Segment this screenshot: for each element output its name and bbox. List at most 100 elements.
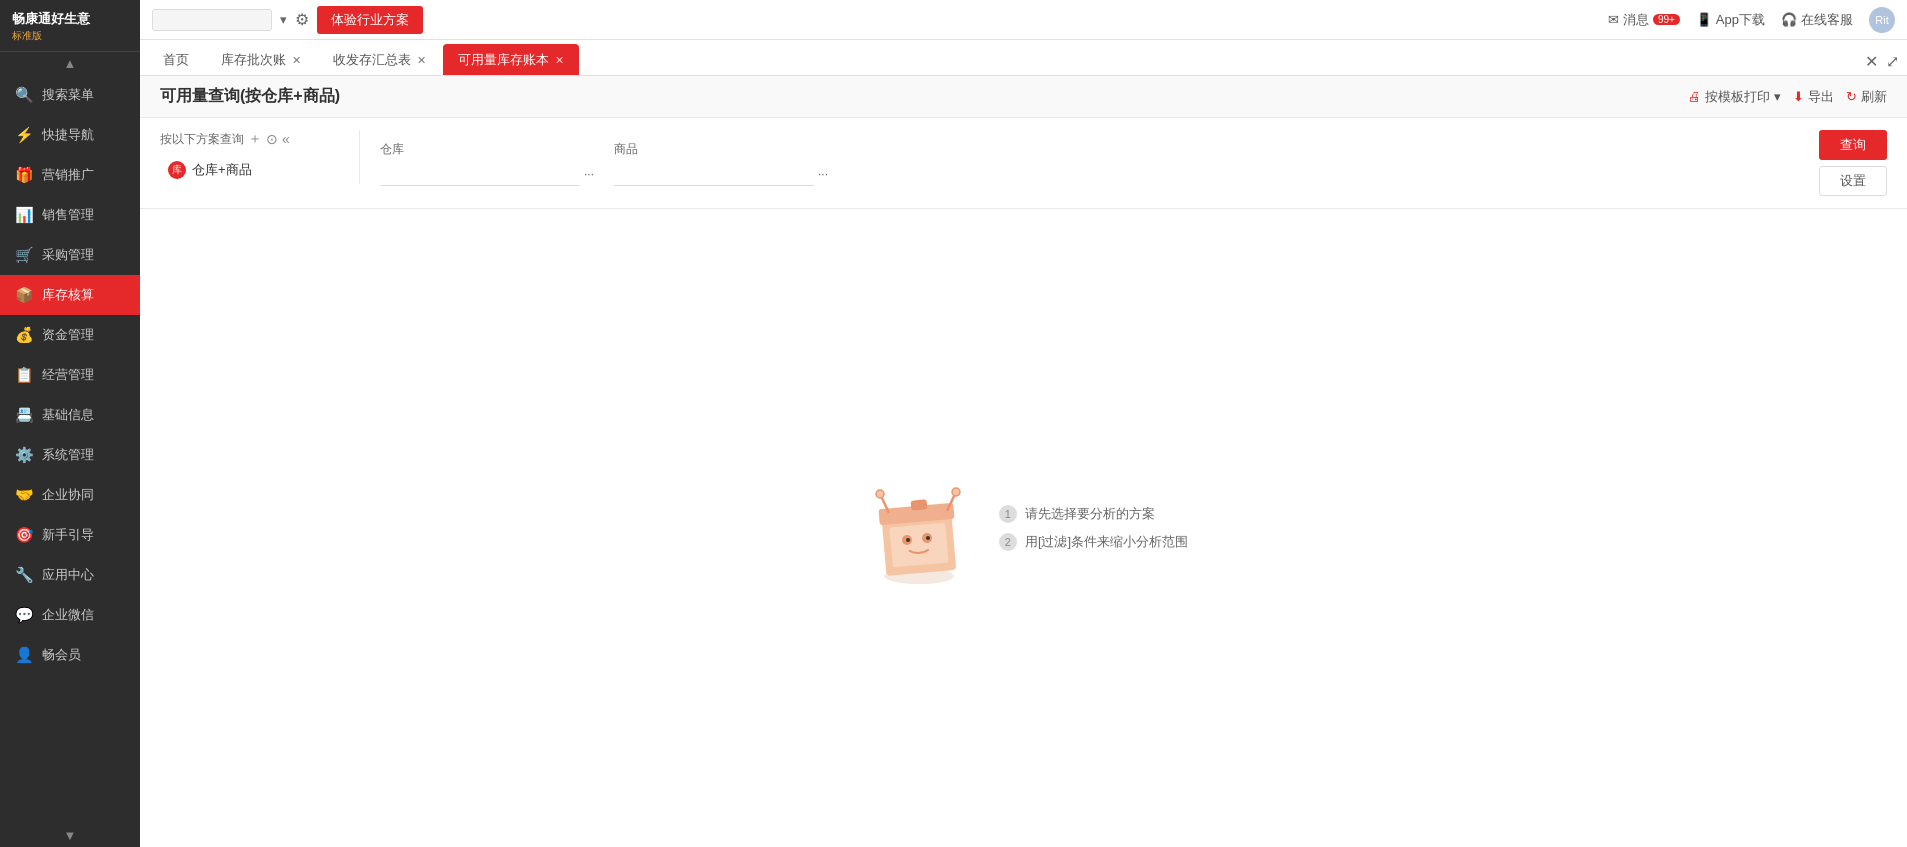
tab-expand-icon[interactable]: ⤢ — [1886, 52, 1899, 71]
tabbar-actions: ✕ ⤢ — [1865, 52, 1899, 75]
quicknav-icon: ⚡ — [14, 125, 34, 145]
empty-illustration — [859, 468, 979, 588]
tip-text-2: 用[过滤]条件来缩小分析范围 — [1025, 533, 1188, 551]
topbar-gear-icon[interactable]: ⚙ — [295, 10, 309, 29]
export-icon: ⬇ — [1793, 89, 1804, 104]
print-btn[interactable]: 🖨 按模板打印 ▾ — [1688, 88, 1781, 106]
message-btn[interactable]: ✉ 消息 99+ — [1608, 11, 1680, 29]
marketing-icon: 🎁 — [14, 165, 34, 185]
scheme-item-warehouse-goods[interactable]: 库 仓库+商品 — [160, 156, 347, 184]
sidebar: 畅康通好生意 标准版 ▲ 🔍 搜索菜单 ⚡ 快捷导航 🎁 营销推广 📊 销售管理… — [0, 0, 140, 847]
svg-point-6 — [926, 536, 930, 540]
tab-summary-label: 收发存汇总表 — [333, 51, 411, 69]
query-btn[interactable]: 查询 — [1819, 130, 1887, 160]
tip-num-2: 2 — [999, 533, 1017, 551]
tab-available-qty[interactable]: 可用量库存账本 ✕ — [443, 44, 579, 75]
guide-icon: 🎯 — [14, 525, 34, 545]
app-name: 畅康通好生意 — [12, 10, 128, 28]
sidebar-item-label: 基础信息 — [42, 406, 94, 424]
sidebar-item-label: 企业协同 — [42, 486, 94, 504]
empty-svg — [859, 468, 979, 588]
sidebar-item-search[interactable]: 🔍 搜索菜单 — [0, 75, 140, 115]
tab-summary[interactable]: 收发存汇总表 ✕ — [318, 44, 441, 75]
goods-more-btn[interactable]: ··· — [818, 167, 828, 181]
filter-settings-btn[interactable]: 设置 — [1819, 166, 1887, 196]
filter-field-warehouse: 仓库 ··· — [380, 141, 594, 186]
scheme-item-label: 仓库+商品 — [192, 161, 252, 179]
filter-area: 按以下方案查询 ＋ ⊙ « 库 仓库+商品 仓库 — [140, 118, 1907, 209]
print-btn-label: 按模板打印 — [1705, 88, 1770, 106]
sidebar-item-operations[interactable]: 📋 经营管理 — [0, 355, 140, 395]
tab-close-window-icon[interactable]: ✕ — [1865, 52, 1878, 71]
tab-inventory-batch-label: 库存批次账 — [221, 51, 286, 69]
sidebar-item-collab[interactable]: 🤝 企业协同 — [0, 475, 140, 515]
warehouse-input[interactable] — [380, 162, 580, 186]
service-icon: 🎧 — [1781, 12, 1797, 27]
tab-close-icon[interactable]: ✕ — [292, 54, 301, 67]
sidebar-item-quicknav[interactable]: ⚡ 快捷导航 — [0, 115, 140, 155]
scheme-header-label: 按以下方案查询 — [160, 131, 244, 148]
sidebar-item-appcenter[interactable]: 🔧 应用中心 — [0, 555, 140, 595]
add-scheme-icon[interactable]: ＋ — [248, 130, 262, 148]
warehouse-more-btn[interactable]: ··· — [584, 167, 594, 181]
collapse-scheme-icon[interactable]: « — [282, 131, 290, 147]
tab-home-label: 首页 — [163, 51, 189, 69]
industry-btn[interactable]: 体验行业方案 — [317, 6, 423, 34]
app-edition: 标准版 — [12, 29, 128, 43]
topbar-search-input[interactable] — [152, 9, 272, 31]
tab-home[interactable]: 首页 — [148, 44, 204, 75]
sidebar-item-label: 应用中心 — [42, 566, 94, 584]
sidebar-item-marketing[interactable]: 🎁 营销推广 — [0, 155, 140, 195]
sidebar-item-purchase[interactable]: 🛒 采购管理 — [0, 235, 140, 275]
message-label: 消息 — [1623, 11, 1649, 29]
sidebar-item-label: 经营管理 — [42, 366, 94, 384]
sidebar-item-label: 新手引导 — [42, 526, 94, 544]
filter-scheme-panel: 按以下方案查询 ＋ ⊙ « 库 仓库+商品 — [160, 130, 360, 184]
tip-num-1: 1 — [999, 505, 1017, 523]
online-service-btn[interactable]: 🎧 在线客服 — [1781, 11, 1853, 29]
topbar-chevron-icon[interactable]: ▾ — [280, 12, 287, 27]
page-actions: 🖨 按模板打印 ▾ ⬇ 导出 ↻ 刷新 — [1688, 88, 1887, 106]
sidebar-item-sales[interactable]: 📊 销售管理 — [0, 195, 140, 235]
svg-point-12 — [952, 488, 960, 496]
sidebar-item-finance[interactable]: 💰 资金管理 — [0, 315, 140, 355]
sidebar-nav: 🔍 搜索菜单 ⚡ 快捷导航 🎁 营销推广 📊 销售管理 🛒 采购管理 📦 库存核… — [0, 75, 140, 824]
collab-icon: 🤝 — [14, 485, 34, 505]
print-icon: 🖨 — [1688, 89, 1701, 104]
sidebar-item-system[interactable]: ⚙️ 系统管理 — [0, 435, 140, 475]
scheme-icon-text: 库 — [172, 163, 182, 177]
filter-field-goods: 商品 ··· — [614, 141, 828, 186]
sidebar-scroll-down[interactable]: ▼ — [0, 824, 140, 847]
export-btn[interactable]: ⬇ 导出 — [1793, 88, 1834, 106]
goods-input[interactable] — [614, 162, 814, 186]
page-title: 可用量查询(按仓库+商品) — [160, 86, 340, 107]
app-download-label: App下载 — [1716, 11, 1765, 29]
tab-available-qty-label: 可用量库存账本 — [458, 51, 549, 69]
sidebar-item-weixin[interactable]: 💬 企业微信 — [0, 595, 140, 635]
finance-icon: 💰 — [14, 325, 34, 345]
empty-state: 1 请先选择要分析的方案 2 用[过滤]条件来缩小分析范围 — [140, 209, 1907, 847]
filter-action-btns: 查询 设置 — [1819, 130, 1887, 196]
filter-scheme-header: 按以下方案查询 ＋ ⊙ « — [160, 130, 347, 148]
appcenter-icon: 🔧 — [14, 565, 34, 585]
message-icon: ✉ — [1608, 12, 1619, 27]
svg-rect-8 — [910, 499, 927, 510]
sidebar-scroll-up[interactable]: ▲ — [0, 52, 140, 75]
tab-inventory-batch[interactable]: 库存批次账 ✕ — [206, 44, 316, 75]
user-avatar-area[interactable]: Rit — [1869, 7, 1895, 33]
sidebar-item-basic-info[interactable]: 📇 基础信息 — [0, 395, 140, 435]
sidebar-item-guide[interactable]: 🎯 新手引导 — [0, 515, 140, 555]
sidebar-item-label: 搜索菜单 — [42, 86, 94, 104]
edit-scheme-icon[interactable]: ⊙ — [266, 131, 278, 147]
warehouse-label: 仓库 — [380, 141, 594, 158]
sidebar-item-member[interactable]: 👤 畅会员 — [0, 635, 140, 675]
sidebar-item-inventory[interactable]: 📦 库存核算 — [0, 275, 140, 315]
refresh-icon: ↻ — [1846, 89, 1857, 104]
refresh-btn[interactable]: ↻ 刷新 — [1846, 88, 1887, 106]
tab-close-icon[interactable]: ✕ — [417, 54, 426, 67]
empty-tip-1: 1 请先选择要分析的方案 — [999, 505, 1188, 523]
sidebar-item-label: 营销推广 — [42, 166, 94, 184]
tab-close-icon[interactable]: ✕ — [555, 54, 564, 67]
app-download-btn[interactable]: 📱 App下载 — [1696, 11, 1765, 29]
sidebar-item-label: 销售管理 — [42, 206, 94, 224]
